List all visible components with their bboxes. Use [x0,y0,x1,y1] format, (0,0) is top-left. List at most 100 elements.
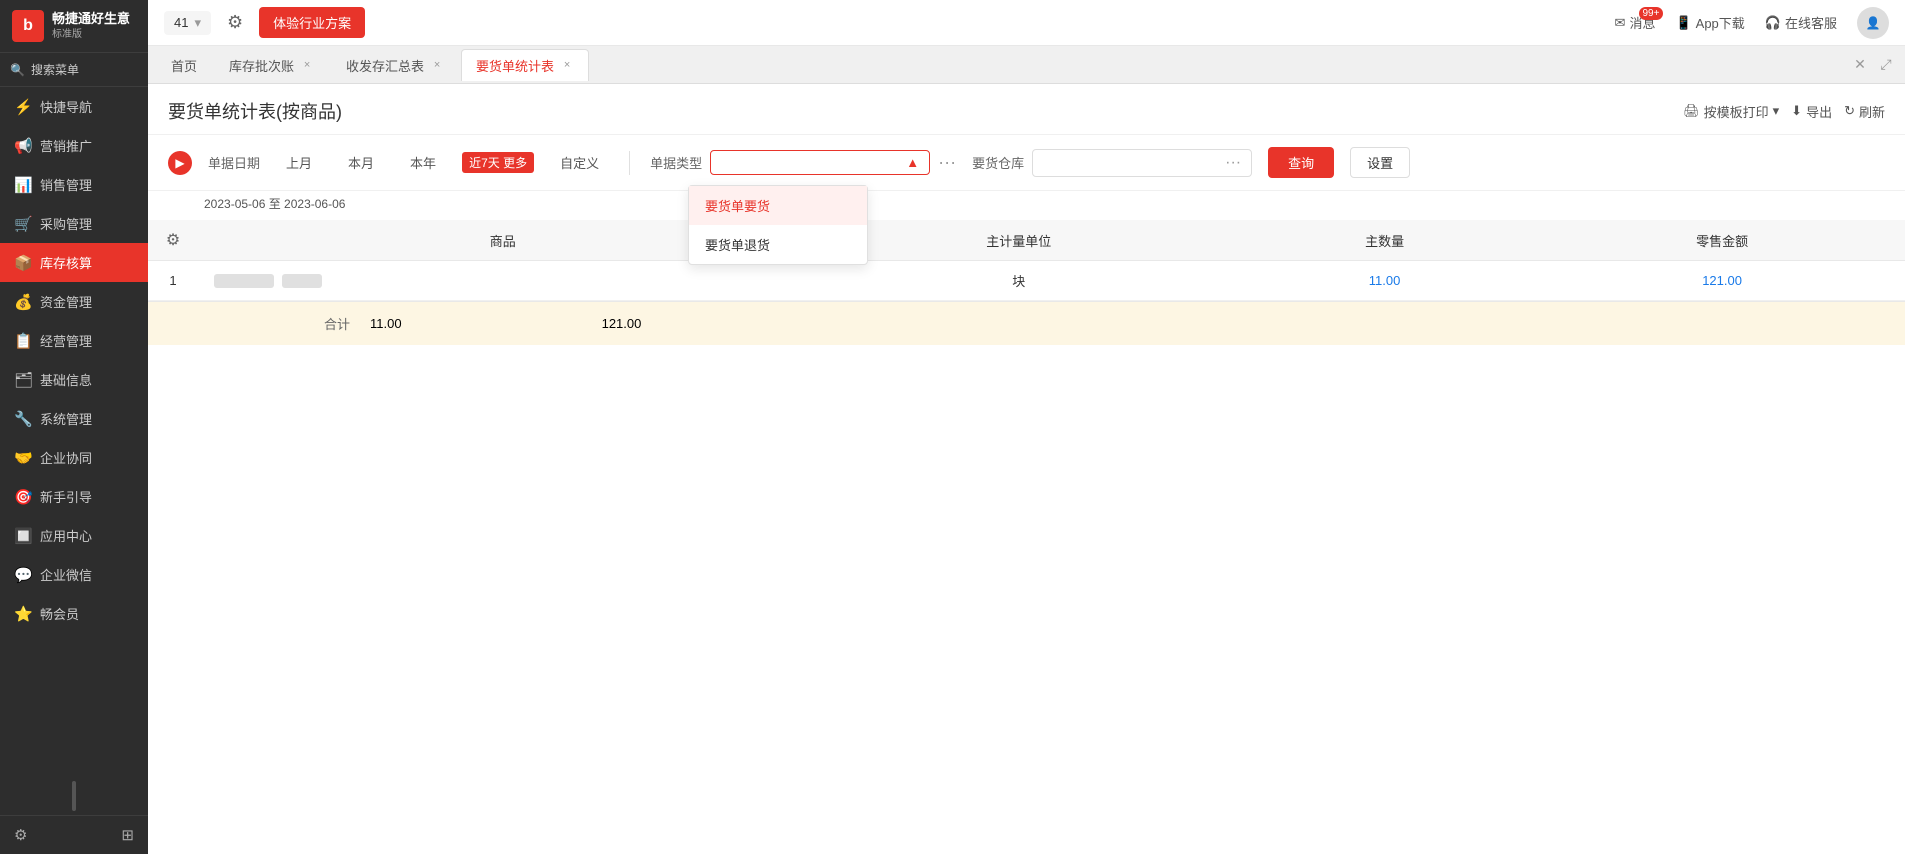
sidebar-collapse-icon[interactable]: ⊞ [121,826,134,844]
sidebar: b 畅捷通好生意 标准版 🔍 搜索菜单 ⚡ 快捷导航 📢 营销推广 📊 销售管理… [0,0,148,854]
sidebar-item-quick-nav[interactable]: ⚡ 快捷导航 [0,87,148,126]
tab-receive-close-icon[interactable]: × [430,58,444,72]
date-range-text: 2023-05-06 至 2023-06-06 [204,197,345,211]
marketing-icon: 📢 [14,137,32,155]
enterprise-icon: 🤝 [14,449,32,467]
online-service-action[interactable]: 🎧 在线客服 [1765,13,1837,32]
wechat-icon: 💬 [14,566,32,584]
export-btn[interactable]: ⬇ 导出 [1791,102,1832,121]
sidebar-settings-icon[interactable]: ⚙ [14,826,27,844]
tab-close-all-btn[interactable]: ✕ [1849,54,1871,76]
type-chevron-up-icon: ▲ [906,155,919,170]
refresh-btn[interactable]: ↻ 刷新 [1844,102,1885,121]
sidebar-item-system[interactable]: 🔧 系统管理 [0,399,148,438]
type-select[interactable]: ▲ [710,150,930,175]
row-amount-link[interactable]: 121.00 [1702,273,1742,288]
sidebar-bottom: ⚙ ⊞ [0,815,148,854]
sidebar-item-label: 基础信息 [40,370,92,389]
app-download-action[interactable]: 📱 App下载 [1675,13,1744,32]
refresh-label: 刷新 [1859,102,1885,121]
col-settings-icon[interactable]: ⚙ [164,230,182,250]
row-unit: 块 [808,261,1230,301]
sidebar-item-app-center[interactable]: 🔲 应用中心 [0,516,148,555]
sidebar-search[interactable]: 🔍 搜索菜单 [0,53,148,87]
badge-more: 更多 [503,156,527,170]
filter-settings-btn[interactable]: 设置 [1350,147,1410,178]
user-avatar[interactable]: 👤 [1857,7,1889,39]
col-quantity: 主数量 [1230,220,1539,261]
print-btn[interactable]: 🖨 按模板打印 ▾ [1683,102,1779,121]
header-settings-icon[interactable]: ⚙ [227,12,243,33]
tab-expand-btn[interactable]: ⤢ [1875,54,1897,76]
col-settings: ⚙ [148,220,198,261]
row-index: 1 [148,261,198,301]
sales-icon: 📊 [14,176,32,194]
warehouse-input[interactable] [1043,155,1219,170]
message-icon: ✉ [1615,15,1626,31]
warehouse-dots-icon[interactable]: ··· [1225,154,1241,172]
sidebar-item-operation[interactable]: 📋 经营管理 [0,321,148,360]
date-btn-last-month[interactable]: 上月 [276,150,322,175]
footer-quantity: 11.00 [370,316,402,331]
footer-values: 11.00 121.00 [370,316,641,331]
row-quantity-link[interactable]: 11.00 [1369,273,1401,288]
tab-home[interactable]: 首页 [156,49,212,81]
tab-batch-account[interactable]: 库存批次账 × [214,49,329,81]
store-name: 41 [174,15,188,30]
tab-order-stats[interactable]: 要货单统计表 × [461,49,589,81]
warehouse-select[interactable]: ··· [1032,149,1252,177]
date-range-display: 2023-05-06 至 2023-06-06 [148,191,1905,220]
tab-batch-close-icon[interactable]: × [300,58,314,72]
search-label: 搜索菜单 [31,61,79,78]
store-chevron-icon: ▾ [194,15,201,31]
sidebar-item-guide[interactable]: 🎯 新手引导 [0,477,148,516]
filter-divider-1 [629,151,630,175]
print-label: 按模板打印 [1704,102,1769,121]
dropdown-item-0[interactable]: 要货单要货 [689,186,867,225]
filter-more-icon[interactable]: ··· [938,152,956,173]
skeleton-2 [282,274,322,288]
sidebar-item-finance[interactable]: 💰 资金管理 [0,282,148,321]
table-container: ⚙ 商品 主计量单位 主数量 零售金额 1 [148,220,1905,301]
top-header: 41 ▾ ⚙ 体验行业方案 ✉ 消息 99+ 📱 App下载 🎧 在线客服 👤 [148,0,1905,46]
print-chevron-icon: ▾ [1773,103,1780,119]
type-select-input[interactable] [721,155,902,170]
warehouse-label: 要货仓库 [972,153,1024,172]
trial-btn[interactable]: 体验行业方案 [259,7,365,38]
search-icon: 🔍 [10,63,25,77]
app-download-label: App下载 [1696,13,1745,32]
tab-receive-summary[interactable]: 收发存汇总表 × [331,49,459,81]
filter-toggle-btn[interactable]: ▶ [168,151,192,175]
tab-order-close-icon[interactable]: × [560,58,574,72]
row-quantity: 11.00 [1230,261,1539,301]
query-btn[interactable]: 查询 [1268,147,1334,178]
sidebar-item-label: 企业协同 [40,448,92,467]
app-logo-icon: b [12,10,44,42]
sidebar-item-marketing[interactable]: 📢 营销推广 [0,126,148,165]
type-filter-group: 单据类型 ▲ ··· [650,150,956,175]
sidebar-item-member[interactable]: ⭐ 畅会员 [0,594,148,633]
sidebar-item-label: 快捷导航 [40,97,92,116]
date-btn-this-month[interactable]: 本月 [338,150,384,175]
download-icon: 📱 [1675,15,1691,31]
service-icon: 🎧 [1765,15,1781,31]
tab-receive-label: 收发存汇总表 [346,56,424,75]
date-custom-btn[interactable]: 自定义 [550,150,609,175]
dropdown-item-1[interactable]: 要货单退货 [689,225,867,264]
type-dropdown: 要货单要货 要货单退货 [688,185,868,265]
store-selector[interactable]: 41 ▾ [164,11,211,35]
row-amount: 121.00 [1539,261,1905,301]
sidebar-item-enterprise[interactable]: 🤝 企业协同 [0,438,148,477]
sidebar-item-wechat[interactable]: 💬 企业微信 [0,555,148,594]
date-range-badge[interactable]: 近7天 更多 [462,152,534,173]
col-unit: 主计量单位 [808,220,1230,261]
date-btn-this-year[interactable]: 本年 [400,150,446,175]
message-badge: 99+ [1639,7,1664,20]
message-action[interactable]: ✉ 消息 99+ [1615,13,1656,32]
sidebar-item-basic[interactable]: 🗂 基础信息 [0,360,148,399]
sidebar-item-inventory[interactable]: 📦 库存核算 [0,243,148,282]
brand-name: 畅捷通好生意 [52,11,130,28]
page-header: 要货单统计表(按商品) 🖨 按模板打印 ▾ ⬇ 导出 ↻ 刷新 [148,84,1905,135]
sidebar-item-purchase[interactable]: 🛒 采购管理 [0,204,148,243]
sidebar-item-sales[interactable]: 📊 销售管理 [0,165,148,204]
